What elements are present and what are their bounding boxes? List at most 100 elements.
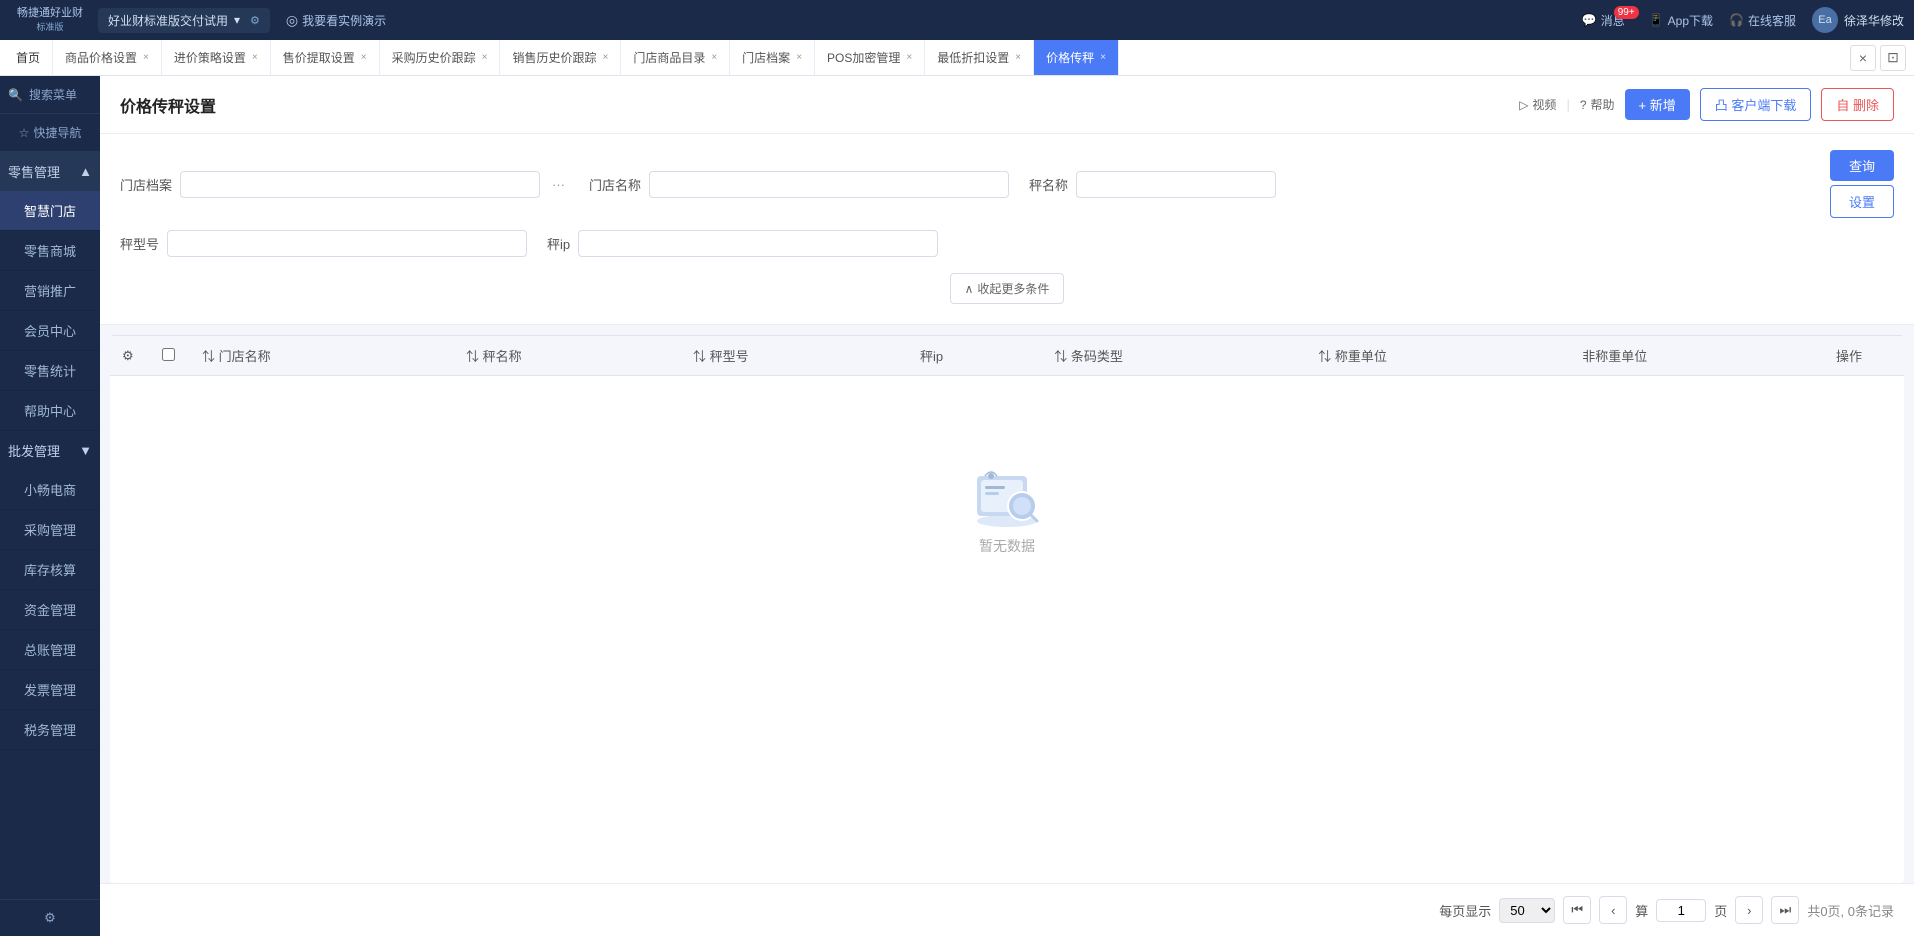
close-icon[interactable]: × (361, 52, 367, 63)
sidebar-item-finance[interactable]: 资金管理 (0, 590, 100, 630)
mobile-icon: 📱 (1649, 13, 1664, 27)
close-icon[interactable]: × (796, 52, 802, 63)
total-info: 共0页, 0条记录 (1807, 901, 1894, 920)
sidebar-item-retail-stats[interactable]: 零售统计 (0, 351, 100, 391)
close-icon[interactable]: × (143, 52, 149, 63)
sidebar-item-retail-mall[interactable]: 零售商城 (0, 231, 100, 271)
demo-button[interactable]: ◎ 我要看实例演示 (278, 8, 394, 33)
tab-min-discount[interactable]: 最低折扣设置 × (925, 40, 1034, 76)
table-col-scale-name[interactable]: ⇅ 秤名称 (454, 336, 681, 376)
sidebar-search[interactable]: 🔍 搜索菜单 (0, 76, 100, 114)
tab-store-catalog[interactable]: 门店商品目录 × (621, 40, 730, 76)
more-options-icon[interactable]: ··· (548, 177, 569, 192)
table-col-scale-ip: 秤ip (908, 336, 1042, 376)
scale-model-label: 秤型号 (120, 234, 159, 253)
close-icon[interactable]: × (482, 52, 488, 63)
tab-price-scale[interactable]: 价格传秤 × (1034, 40, 1119, 76)
top-bar-right: 💬 消息 99+ 📱 App下载 🎧 在线客服 Ea 徐泽华修改 (1574, 7, 1904, 33)
avatar: Ea (1812, 7, 1838, 33)
app-download-action[interactable]: 📱 App下载 (1649, 12, 1713, 29)
page-number-input[interactable] (1656, 899, 1706, 922)
sidebar-quick-nav[interactable]: ☆ 快捷导航 (0, 114, 100, 152)
sidebar-item-ecommerce[interactable]: 小畅电商 (0, 470, 100, 510)
table-col-checkbox[interactable] (150, 336, 190, 376)
tab-close-button[interactable]: × (1850, 45, 1876, 71)
prev-page-button[interactable]: ‹ (1599, 896, 1627, 924)
online-service-action[interactable]: 🎧 在线客服 (1729, 12, 1796, 29)
table-col-store-name[interactable]: ⇅ 门店名称 (190, 336, 454, 376)
version-selector[interactable]: 好业财标准版交付试用 ▾ ⚙ (98, 8, 270, 33)
tab-sale-extract[interactable]: 售价提取设置 × (271, 40, 380, 76)
table-col-operations: 操作 (1824, 336, 1904, 376)
tab-sale-history[interactable]: 销售历史价跟踪 × (500, 40, 621, 76)
select-all-checkbox[interactable] (162, 348, 175, 361)
tab-pos-encrypt[interactable]: POS加密管理 × (815, 40, 925, 76)
filter-row-1: 门店档案 ··· 门店名称 秤名称 查询 (120, 150, 1894, 218)
page-size-select[interactable]: 50 10 20 100 (1499, 898, 1555, 923)
collapse-button[interactable]: ∧ 收起更多条件 (950, 273, 1065, 304)
sidebar-item-invoice[interactable]: 发票管理 (0, 670, 100, 710)
tab-goods-price[interactable]: 商品价格设置 × (53, 40, 162, 76)
delete-button[interactable]: 自 删除 (1821, 88, 1894, 121)
sidebar-item-tax[interactable]: 税务管理 (0, 710, 100, 750)
close-icon[interactable]: × (1100, 52, 1106, 63)
tab-purchase-history[interactable]: 采购历史价跟踪 × (380, 40, 501, 76)
chevron-down-icon: ▼ (79, 443, 92, 458)
top-bar: 畅捷通好业财 标准版 好业财标准版交付试用 ▾ ⚙ ◎ 我要看实例演示 💬 消息… (0, 0, 1914, 40)
message-action[interactable]: 💬 消息 99+ (1574, 12, 1633, 29)
add-button[interactable]: + 新增 (1625, 89, 1690, 120)
scale-name-input[interactable] (1076, 171, 1276, 198)
first-page-button[interactable]: ⏮ (1563, 896, 1591, 924)
query-button[interactable]: 查询 (1830, 150, 1894, 181)
close-icon[interactable]: × (906, 52, 912, 63)
table-header: ⚙ ⇅ 门店名称 ⇅ 秤名称 (110, 336, 1904, 376)
next-page-button[interactable]: › (1735, 896, 1763, 924)
sidebar-item-wholesale-management[interactable]: 批发管理 ▼ (0, 431, 100, 470)
table-col-barcode-type[interactable]: ⇅ 条码类型 (1042, 336, 1306, 376)
tab-purchase-strategy[interactable]: 进价策略设置 × (162, 40, 271, 76)
scale-name-label: 秤名称 (1029, 175, 1068, 194)
table-col-scale-model[interactable]: ⇅ 秤型号 (681, 336, 908, 376)
content-area: 价格传秤设置 ▷ 视频 | ? 帮助 + 新增 凸 客户端下载 (100, 76, 1914, 936)
close-icon[interactable]: × (1015, 52, 1021, 63)
main-area: 🔍 搜索菜单 ☆ 快捷导航 零售管理 ▲ 智慧门店 零售商城 营销推广 会员中心 (0, 76, 1914, 936)
dropdown-icon: ▾ (234, 13, 240, 27)
download-button[interactable]: 凸 客户端下载 (1700, 88, 1812, 121)
app-logo-text: 畅捷通好业财 (17, 7, 83, 20)
sidebar-item-general-ledger[interactable]: 总账管理 (0, 630, 100, 670)
store-name-input[interactable] (649, 171, 1009, 198)
settings-button[interactable]: 设置 (1830, 185, 1894, 218)
close-icon[interactable]: × (602, 52, 608, 63)
last-page-button[interactable]: ⏭ (1771, 896, 1799, 924)
sidebar-item-marketing[interactable]: 营销推广 (0, 271, 100, 311)
scale-ip-input[interactable] (578, 230, 938, 257)
scale-model-input[interactable] (167, 230, 527, 257)
sidebar-item-inventory[interactable]: 库存核算 (0, 550, 100, 590)
help-link[interactable]: ? 帮助 (1580, 96, 1615, 113)
sidebar-item-retail-management[interactable]: 零售管理 ▲ (0, 152, 100, 191)
scale-ip-label: 秤ip (547, 234, 570, 253)
page-label: 算 (1635, 901, 1648, 920)
sidebar-item-member-center[interactable]: 会员中心 (0, 311, 100, 351)
filter-area: 门店档案 ··· 门店名称 秤名称 查询 (100, 134, 1914, 325)
tab-store-archive[interactable]: 门店档案 × (730, 40, 815, 76)
store-archive-input[interactable] (180, 171, 540, 198)
nav-tabs-bar: 首页 商品价格设置 × 进价策略设置 × 售价提取设置 × 采购历史价跟踪 × … (0, 40, 1914, 76)
table-col-settings[interactable]: ⚙ (110, 336, 150, 376)
data-table: ⚙ ⇅ 门店名称 ⇅ 秤名称 (110, 335, 1904, 376)
tab-home[interactable]: 首页 (4, 40, 53, 76)
sidebar-item-help-center[interactable]: 帮助中心 (0, 391, 100, 431)
message-badge: 99+ (1614, 6, 1639, 19)
settings-icon[interactable]: ⚙ (250, 14, 260, 27)
close-icon[interactable]: × (252, 52, 258, 63)
table-col-weight-unit[interactable]: ⇅ 称重单位 (1306, 336, 1570, 376)
user-info[interactable]: Ea 徐泽华修改 (1812, 7, 1904, 33)
tab-controls: × ⊡ (1842, 45, 1914, 71)
sidebar-item-smart-store[interactable]: 智慧门店 (0, 191, 100, 231)
sidebar-settings[interactable]: ⚙ (0, 899, 100, 936)
close-icon[interactable]: × (711, 52, 717, 63)
sidebar-item-purchase[interactable]: 采购管理 (0, 510, 100, 550)
video-link[interactable]: ▷ 视频 (1519, 96, 1556, 113)
tab-expand-button[interactable]: ⊡ (1880, 45, 1906, 71)
filter-row-2: 秤型号 秤ip (120, 230, 1894, 257)
